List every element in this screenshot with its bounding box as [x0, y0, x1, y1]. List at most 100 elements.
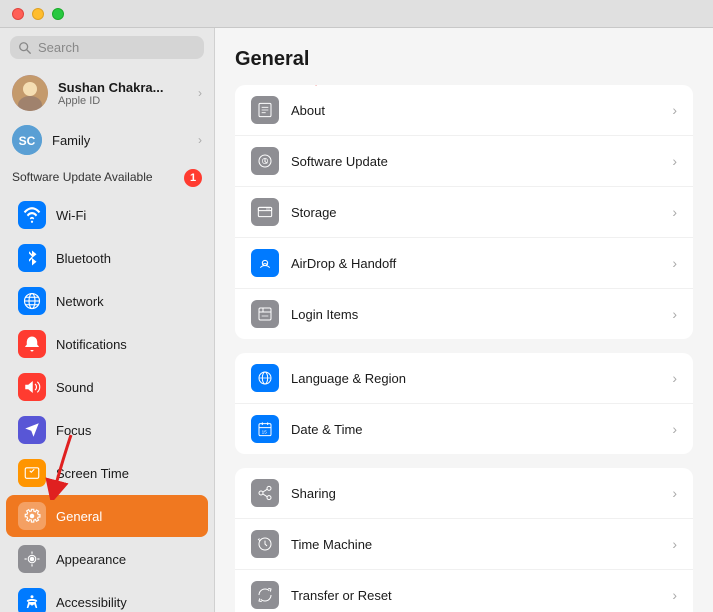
sidebar-label-general: General: [56, 509, 102, 524]
settings-row-time-machine[interactable]: Time Machine ›: [235, 519, 693, 570]
general-icon: [18, 502, 46, 530]
update-text: Software Update Available: [12, 170, 176, 186]
storage-label: Storage: [291, 205, 660, 220]
sidebar-item-appearance[interactable]: Appearance: [6, 538, 208, 580]
date-time-label: Date & Time: [291, 422, 660, 437]
sidebar-scroll: Wi-Fi Bluetooth: [0, 193, 214, 612]
network-icon: [18, 287, 46, 315]
settings-row-transfer-reset[interactable]: Transfer or Reset ›: [235, 570, 693, 612]
sidebar-item-network[interactable]: Network: [6, 280, 208, 322]
appearance-icon: [18, 545, 46, 573]
sidebar-label-accessibility: Accessibility: [56, 595, 127, 610]
user-info: Sushan Chakra... Apple ID: [58, 80, 163, 107]
settings-row-login-items[interactable]: Login Items ›: [235, 289, 693, 339]
search-icon: [18, 41, 32, 55]
language-region-label: Language & Region: [291, 371, 660, 386]
sidebar-label-sound: Sound: [56, 380, 94, 395]
sidebar-label-bluetooth: Bluetooth: [56, 251, 111, 266]
sharing-row-icon: [251, 479, 279, 507]
maximize-button[interactable]: [52, 8, 64, 20]
settings-row-language-region[interactable]: Language & Region ›: [235, 353, 693, 404]
settings-row-sharing[interactable]: Sharing ›: [235, 468, 693, 519]
family-row[interactable]: SC Family ›: [0, 119, 214, 161]
sidebar-item-general[interactable]: General: [6, 495, 208, 537]
software-update-row-icon: [251, 147, 279, 175]
accessibility-icon: [18, 588, 46, 612]
wifi-icon: [18, 201, 46, 229]
search-bar: [0, 28, 214, 67]
close-button[interactable]: [12, 8, 24, 20]
avatar: [12, 75, 48, 111]
login-items-row-icon: [251, 300, 279, 328]
sidebar-item-sound[interactable]: Sound: [6, 366, 208, 408]
search-input[interactable]: [38, 40, 196, 55]
main-layout: Sushan Chakra... Apple ID › SC Family › …: [0, 28, 713, 612]
family-chevron-icon: ›: [198, 133, 202, 147]
bluetooth-icon: [18, 244, 46, 272]
airdrop-chevron-icon: ›: [672, 255, 677, 271]
page-title: General: [235, 48, 693, 71]
user-name: Sushan Chakra...: [58, 80, 163, 95]
title-bar: [0, 0, 713, 28]
sidebar-item-notifications[interactable]: Notifications: [6, 323, 208, 365]
family-avatar: SC: [12, 125, 42, 155]
update-row[interactable]: Software Update Available 1: [0, 161, 214, 193]
time-machine-label: Time Machine: [291, 537, 660, 552]
sidebar-label-focus: Focus: [56, 423, 91, 438]
settings-group-2: Language & Region › 15 Date & Time ›: [235, 353, 693, 454]
settings-row-about[interactable]: About ›: [235, 85, 693, 136]
update-badge: 1: [184, 169, 202, 187]
date-time-chevron-icon: ›: [672, 421, 677, 437]
sidebar-item-focus[interactable]: Focus: [6, 409, 208, 451]
user-profile[interactable]: Sushan Chakra... Apple ID ›: [0, 67, 214, 119]
sidebar-label-network: Network: [56, 294, 104, 309]
transfer-reset-label: Transfer or Reset: [291, 588, 660, 603]
search-input-wrap[interactable]: [10, 36, 204, 59]
svg-text:15: 15: [262, 430, 268, 435]
sidebar-item-accessibility[interactable]: Accessibility: [6, 581, 208, 612]
about-row-icon: [251, 96, 279, 124]
settings-row-software-update[interactable]: Software Update ›: [235, 136, 693, 187]
main-content: General: [215, 28, 713, 612]
minimize-button[interactable]: [32, 8, 44, 20]
sidebar-label-appearance: Appearance: [56, 552, 126, 567]
family-label: Family: [52, 133, 90, 148]
settings-row-date-time[interactable]: 15 Date & Time ›: [235, 404, 693, 454]
focus-icon: [18, 416, 46, 444]
time-machine-chevron-icon: ›: [672, 536, 677, 552]
sound-icon: [18, 373, 46, 401]
sidebar-label-notifications: Notifications: [56, 337, 127, 352]
date-time-row-icon: 15: [251, 415, 279, 443]
sharing-chevron-icon: ›: [672, 485, 677, 501]
airdrop-row-icon: [251, 249, 279, 277]
sidebar: Sushan Chakra... Apple ID › SC Family › …: [0, 28, 215, 612]
software-update-label: Software Update: [291, 154, 660, 169]
about-label: About: [291, 103, 660, 118]
settings-group-3: Sharing › Time Machine ›: [235, 468, 693, 612]
about-chevron-icon: ›: [672, 102, 677, 118]
user-chevron-icon: ›: [198, 86, 202, 100]
airdrop-label: AirDrop & Handoff: [291, 256, 660, 271]
settings-group-1: About › Software Update ›: [235, 85, 693, 339]
storage-chevron-icon: ›: [672, 204, 677, 220]
transfer-reset-row-icon: [251, 581, 279, 609]
screentime-icon: [18, 459, 46, 487]
settings-row-storage[interactable]: Storage ›: [235, 187, 693, 238]
user-subtitle: Apple ID: [58, 95, 163, 107]
sidebar-label-wifi: Wi-Fi: [56, 208, 86, 223]
software-update-chevron-icon: ›: [672, 153, 677, 169]
language-region-chevron-icon: ›: [672, 370, 677, 386]
settings-row-airdrop[interactable]: AirDrop & Handoff ›: [235, 238, 693, 289]
svg-text:SC: SC: [19, 134, 36, 148]
sidebar-item-bluetooth[interactable]: Bluetooth: [6, 237, 208, 279]
login-items-chevron-icon: ›: [672, 306, 677, 322]
sidebar-item-wifi[interactable]: Wi-Fi: [6, 194, 208, 236]
notifications-icon: [18, 330, 46, 358]
sharing-label: Sharing: [291, 486, 660, 501]
transfer-reset-chevron-icon: ›: [672, 587, 677, 603]
sidebar-item-screentime[interactable]: Screen Time: [6, 452, 208, 494]
language-region-row-icon: [251, 364, 279, 392]
login-items-label: Login Items: [291, 307, 660, 322]
storage-row-icon: [251, 198, 279, 226]
time-machine-row-icon: [251, 530, 279, 558]
